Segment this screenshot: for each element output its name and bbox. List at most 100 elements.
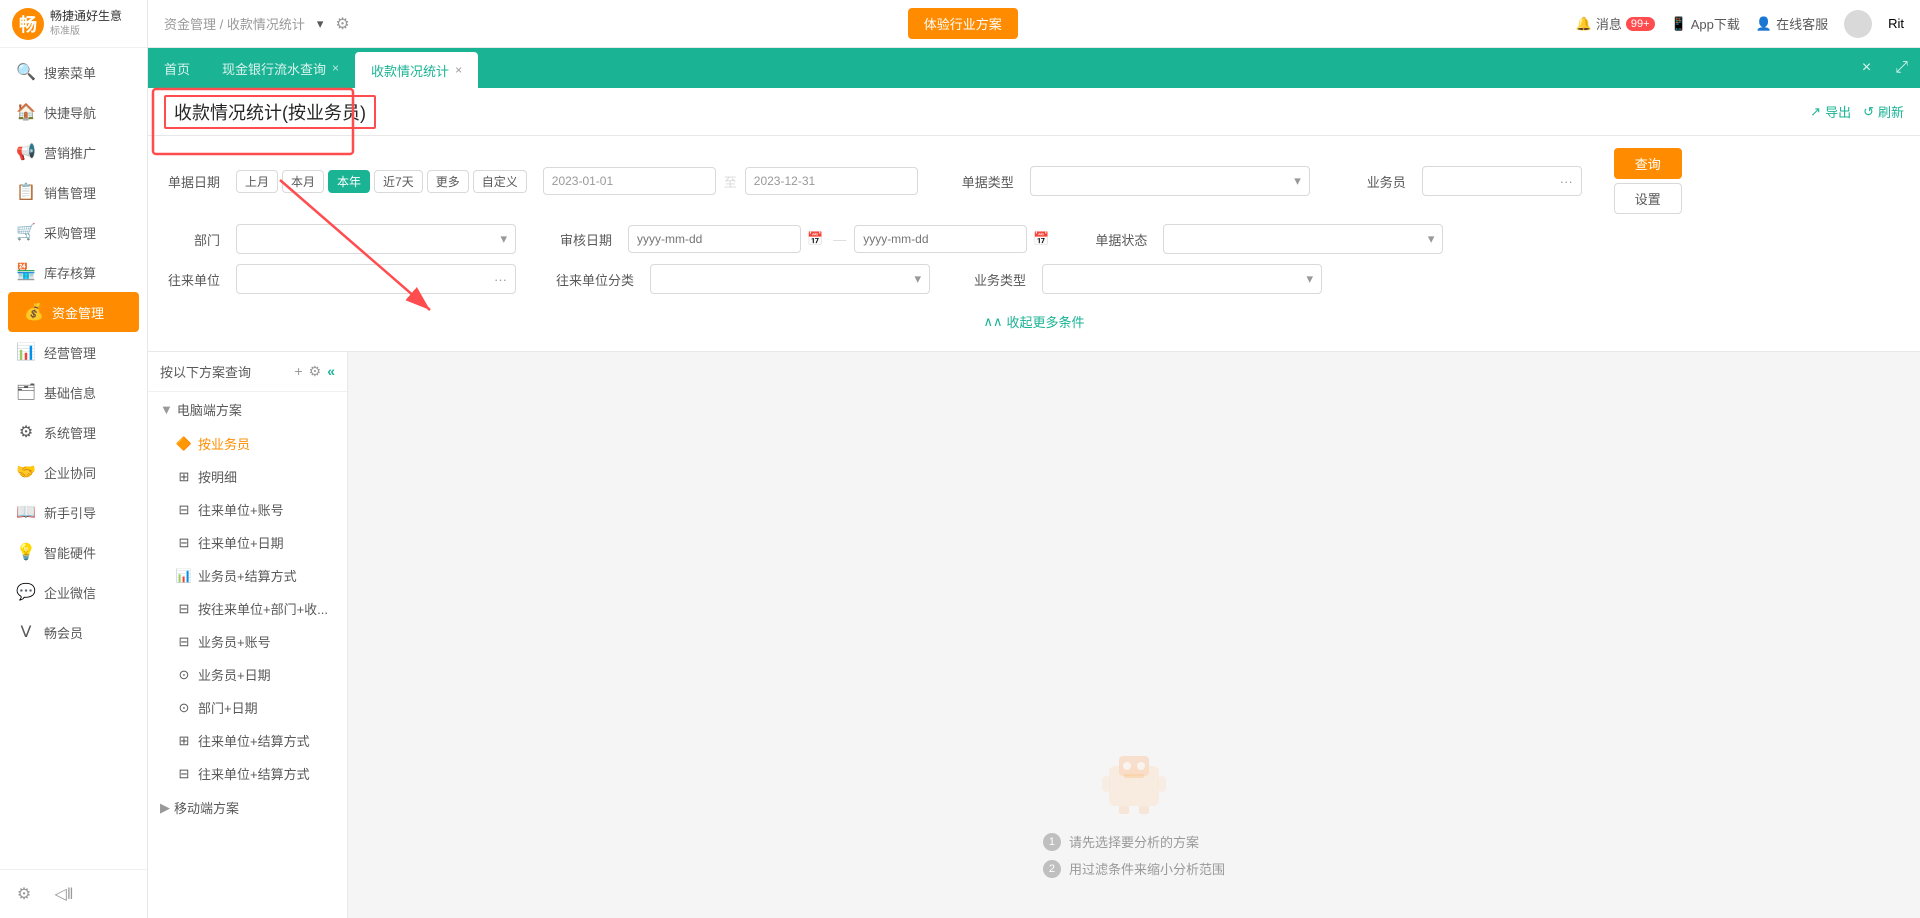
preset-last-month[interactable]: 上月 (236, 170, 278, 193)
doc-status-select[interactable]: ▾ (1163, 224, 1443, 254)
preset-this-month[interactable]: 本月 (282, 170, 324, 193)
review-date-dash: — (829, 232, 850, 247)
scheme-item-dept-date[interactable]: ⊙ 部门+日期 (148, 691, 347, 724)
collapse-more-btn[interactable]: ∧∧ 收起更多条件 (164, 304, 1904, 339)
tab-expand-icon[interactable]: ⤢ (1883, 59, 1920, 77)
sidebar-item-inventory[interactable]: 🏪 库存核算 (0, 252, 147, 292)
sidebar-item-purchase[interactable]: 🛒 采购管理 (0, 212, 147, 252)
review-date-label: 审核日期 (556, 230, 612, 249)
salesperson-more-icon[interactable]: ··· (1560, 174, 1573, 189)
tab-receipts-close[interactable]: × (455, 63, 462, 77)
scheme-gear-btn[interactable]: ⚙ (309, 363, 322, 380)
online-service-btn[interactable]: 👤 在线客服 (1756, 14, 1828, 33)
partner-select[interactable]: ··· (236, 264, 516, 294)
export-btn[interactable]: ↗ 导出 (1810, 102, 1851, 121)
sidebar-item-base[interactable]: 🗂 基础信息 (0, 372, 147, 412)
scheme-item-ps2-icon: ⊟ (176, 766, 192, 782)
scheme-group-desktop: ▼ 电脑端方案 🔶 按业务员 ⊞ 按明细 ⊟ 往来单位+账号 (148, 392, 347, 790)
salesperson-label: 业务员 (1350, 172, 1406, 191)
scheme-item-salesperson-date[interactable]: ⊙ 业务员+日期 (148, 658, 347, 691)
scheme-item-partner-settle2[interactable]: ⊟ 往来单位+结算方式 (148, 757, 347, 790)
user-avatar[interactable] (1844, 10, 1872, 38)
message-icon: 🔔 (1576, 16, 1592, 32)
page-title: 收款情况统计(按业务员) (164, 95, 376, 129)
scheme-panel: 按以下方案查询 + ⚙ « ▼ 电脑端方案 🔶 按业务员 (148, 352, 348, 918)
date-from-input[interactable]: 2023-01-01 (543, 167, 716, 195)
scheme-item-partner-settle1[interactable]: ⊞ 往来单位+结算方式 (148, 724, 347, 757)
scheme-item-pd-icon: ⊟ (176, 535, 192, 551)
sidebar-item-wechat[interactable]: 💬 企业微信 (0, 572, 147, 612)
scheme-header: 按以下方案查询 + ⚙ « (148, 352, 347, 392)
tab-cashflow[interactable]: 现金银行流水查询 × (206, 48, 355, 88)
scheme-item-partner-dept[interactable]: ⊟ 按往来单位+部门+收... (148, 592, 347, 625)
sidebar-item-operations[interactable]: 📊 经营管理 (0, 332, 147, 372)
dept-select[interactable]: ▾ (236, 224, 516, 254)
header-dropdown[interactable]: ▾ (317, 16, 324, 32)
query-btn[interactable]: 查询 (1614, 148, 1682, 179)
sidebar-item-corp[interactable]: 🤝 企业协同 (0, 452, 147, 492)
scheme-group-mobile: ▶ 移动端方案 (148, 790, 347, 825)
sidebar-item-finance[interactable]: 💰 资金管理 (8, 292, 139, 332)
empty-illustration (1094, 736, 1174, 816)
service-icon: 👤 (1756, 16, 1772, 32)
scheme-group-mobile-title[interactable]: ▶ 移动端方案 (148, 790, 347, 825)
scheme-item-salesperson-account[interactable]: ⊟ 业务员+账号 (148, 625, 347, 658)
salesperson-select[interactable]: ··· (1422, 166, 1582, 196)
refresh-btn[interactable]: ↺ 刷新 (1863, 102, 1904, 121)
settings-bottom-icon[interactable]: ⚙ (8, 878, 40, 910)
dept-dropdown-icon: ▾ (500, 231, 507, 247)
collapse-sidebar-icon[interactable]: ◁‖ (48, 878, 80, 910)
sidebar-item-guide[interactable]: 📖 新手引导 (0, 492, 147, 532)
header-left: 资金管理 / 收款情况统计 ▾ ⚙ (164, 14, 350, 34)
empty-hint-2: 2 用过滤条件来缩小分析范围 (1043, 859, 1225, 878)
preset-7days[interactable]: 近7天 (374, 170, 423, 193)
scheme-item-by-detail[interactable]: ⊞ 按明细 (148, 460, 347, 493)
partner-cat-select[interactable]: ▾ (650, 264, 930, 294)
preset-custom[interactable]: 自定义 (473, 170, 527, 193)
app-download-btn[interactable]: 📱 App下载 (1671, 14, 1740, 33)
date-range-group: 2023-01-01 至 2023-12-31 (543, 167, 918, 195)
inventory-icon: 🏪 (16, 262, 36, 282)
doc-type-label: 单据类型 (958, 172, 1014, 191)
sidebar-item-quicknav[interactable]: 🏠 快捷导航 (0, 92, 147, 132)
scheme-collapse-btn[interactable]: « (327, 363, 335, 380)
tab-home[interactable]: 首页 (148, 48, 206, 88)
scheme-item-salesperson-icon: 🔶 (176, 436, 192, 452)
trial-btn[interactable]: 体验行业方案 (908, 8, 1018, 39)
sidebar-item-sales[interactable]: 📋 销售管理 (0, 172, 147, 212)
scheme-item-partner-account[interactable]: ⊟ 往来单位+账号 (148, 493, 347, 526)
scheme-group-desktop-title[interactable]: ▼ 电脑端方案 (148, 392, 347, 427)
date-to-input[interactable]: 2023-12-31 (745, 167, 918, 195)
partner-more-icon[interactable]: ··· (494, 272, 507, 287)
review-date-from[interactable] (628, 225, 801, 253)
review-date-to[interactable] (854, 225, 1027, 253)
operations-icon: 📊 (16, 342, 36, 362)
filter-row-1: 单据日期 上月 本月 本年 近7天 更多 自定义 2023-01-01 至 20… (164, 148, 1904, 214)
scheme-item-by-salesperson[interactable]: 🔶 按业务员 (148, 427, 347, 460)
sidebar-item-marketing[interactable]: 📢 营销推广 (0, 132, 147, 172)
sidebar-item-search[interactable]: 🔍 搜索菜单 (0, 52, 147, 92)
doc-status-dropdown-icon: ▾ (1428, 231, 1435, 247)
sidebar-item-member[interactable]: Ⅴ 畅会员 (0, 612, 147, 652)
member-icon: Ⅴ (16, 622, 36, 642)
date-separator: 至 (720, 172, 741, 191)
preset-this-year[interactable]: 本年 (328, 170, 370, 193)
biz-type-select[interactable]: ▾ (1042, 264, 1322, 294)
tab-cashflow-close[interactable]: × (332, 61, 339, 75)
sidebar-item-hardware[interactable]: 💡 智能硬件 (0, 532, 147, 572)
empty-hint-1: 1 请先选择要分析的方案 (1043, 832, 1225, 851)
sidebar-item-system[interactable]: ⚙ 系统管理 (0, 412, 147, 452)
base-icon: 🗂 (16, 382, 36, 402)
page-title-actions: ↗ 导出 ↺ 刷新 (1810, 102, 1904, 121)
tab-close-all-icon[interactable]: × (1850, 59, 1883, 77)
setting-btn[interactable]: 设置 (1614, 183, 1682, 214)
header-gear-icon[interactable]: ⚙ (335, 14, 349, 34)
message-btn[interactable]: 🔔 消息 99+ (1576, 14, 1655, 33)
biz-type-label: 业务类型 (970, 270, 1026, 289)
scheme-add-btn[interactable]: + (294, 363, 302, 380)
scheme-item-salesperson-settle[interactable]: 📊 业务员+结算方式 (148, 559, 347, 592)
doc-type-select[interactable]: ▾ (1030, 166, 1310, 196)
scheme-item-partner-date[interactable]: ⊟ 往来单位+日期 (148, 526, 347, 559)
preset-more[interactable]: 更多 (427, 170, 469, 193)
tab-receipts[interactable]: 收款情况统计 × (355, 52, 478, 88)
